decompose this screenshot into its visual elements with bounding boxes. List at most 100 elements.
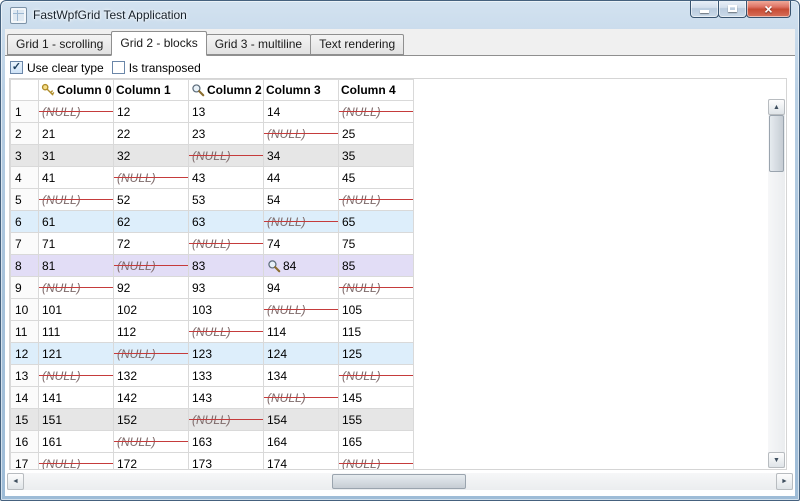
grid-cell[interactable]: 31	[38, 144, 114, 167]
grid-cell[interactable]: 75	[338, 232, 414, 255]
row-header[interactable]: 10	[10, 298, 39, 321]
grid-cell[interactable]: 115	[338, 320, 414, 343]
minimize-button[interactable]	[690, 1, 719, 18]
row-header[interactable]: 3	[10, 144, 39, 167]
grid-cell[interactable]: 32	[113, 144, 189, 167]
row-header[interactable]: 13	[10, 364, 39, 387]
row-header[interactable]: 5	[10, 188, 39, 211]
grid-cell[interactable]: 72	[113, 232, 189, 255]
close-button[interactable]: ×	[746, 1, 791, 18]
grid-cell[interactable]: 23	[188, 122, 264, 145]
scroll-left-button[interactable]: ◄	[7, 473, 24, 490]
grid-cell[interactable]: 101	[38, 298, 114, 321]
grid-cell[interactable]: (NULL)	[38, 364, 114, 387]
tab-grid-3-multiline[interactable]: Grid 3 - multiline	[205, 34, 312, 55]
grid-cell[interactable]: 25	[338, 122, 414, 145]
grid-cell[interactable]: 114	[263, 320, 339, 343]
grid-cell[interactable]: 12	[113, 100, 189, 123]
grid-cell[interactable]: 44	[263, 166, 339, 189]
grid-cell[interactable]: 43	[188, 166, 264, 189]
grid-cell[interactable]: 92	[113, 276, 189, 299]
row-header[interactable]: 14	[10, 386, 39, 409]
scroll-right-button[interactable]: ►	[776, 473, 793, 490]
grid-cell[interactable]: 52	[113, 188, 189, 211]
grid-cell[interactable]: (NULL)	[188, 408, 264, 431]
grid-cell[interactable]: 22	[113, 122, 189, 145]
grid-cell[interactable]: 61	[38, 210, 114, 233]
vertical-scrollbar[interactable]: ▲ ▼	[768, 99, 785, 468]
grid-cell[interactable]: 84	[263, 254, 339, 277]
grid-cell[interactable]: 141	[38, 386, 114, 409]
grid-cell[interactable]: 134	[263, 364, 339, 387]
grid-cell[interactable]: (NULL)	[188, 320, 264, 343]
grid-cell[interactable]: 62	[113, 210, 189, 233]
grid-cell[interactable]: 112	[113, 320, 189, 343]
grid-cell[interactable]: 174	[263, 452, 339, 469]
grid-cell[interactable]: (NULL)	[338, 100, 414, 123]
grid-cell[interactable]: (NULL)	[188, 144, 264, 167]
horizontal-scroll-thumb[interactable]	[332, 474, 466, 489]
grid-cell[interactable]: (NULL)	[38, 276, 114, 299]
grid-cell[interactable]: 71	[38, 232, 114, 255]
grid-cell[interactable]: 105	[338, 298, 414, 321]
grid-cell[interactable]: 173	[188, 452, 264, 469]
grid-cell[interactable]: 74	[263, 232, 339, 255]
grid-cell[interactable]: (NULL)	[263, 210, 339, 233]
grid-cell[interactable]: 85	[338, 254, 414, 277]
row-header[interactable]: 11	[10, 320, 39, 343]
grid-cell[interactable]: (NULL)	[338, 452, 414, 469]
row-header[interactable]: 12	[10, 342, 39, 365]
grid-cell[interactable]: (NULL)	[263, 298, 339, 321]
grid-cell[interactable]: 63	[188, 210, 264, 233]
grid-cell[interactable]: (NULL)	[188, 232, 264, 255]
column-header-4[interactable]: Column 4	[338, 79, 414, 101]
column-header-3[interactable]: Column 3	[263, 79, 339, 101]
checkbox-use-clear-type[interactable]: ✓ Use clear type	[10, 61, 104, 75]
grid-cell[interactable]: 21	[38, 122, 114, 145]
grid-cell[interactable]: 124	[263, 342, 339, 365]
row-header[interactable]: 7	[10, 232, 39, 255]
grid-cell[interactable]: 142	[113, 386, 189, 409]
grid-cell[interactable]: 14	[263, 100, 339, 123]
corner-header[interactable]	[10, 79, 39, 101]
tab-grid-1-scrolling[interactable]: Grid 1 - scrolling	[7, 34, 113, 55]
grid-cell[interactable]: 132	[113, 364, 189, 387]
grid-cell[interactable]: 164	[263, 430, 339, 453]
grid-cell[interactable]: 121	[38, 342, 114, 365]
grid-cell[interactable]: 133	[188, 364, 264, 387]
grid-cell[interactable]: 45	[338, 166, 414, 189]
grid-cell[interactable]: 83	[188, 254, 264, 277]
grid-cell[interactable]: 143	[188, 386, 264, 409]
grid-cell[interactable]: 13	[188, 100, 264, 123]
row-header[interactable]: 6	[10, 210, 39, 233]
grid-cell[interactable]: 94	[263, 276, 339, 299]
scroll-down-button[interactable]: ▼	[768, 452, 785, 468]
grid-cell[interactable]: (NULL)	[113, 254, 189, 277]
grid-cell[interactable]: 34	[263, 144, 339, 167]
horizontal-scrollbar[interactable]: ◄ ►	[7, 473, 793, 490]
grid-cell[interactable]: 53	[188, 188, 264, 211]
grid-cell[interactable]: 81	[38, 254, 114, 277]
grid-cell[interactable]: (NULL)	[113, 430, 189, 453]
grid-cell[interactable]: 161	[38, 430, 114, 453]
grid-cell[interactable]: 152	[113, 408, 189, 431]
grid-cell[interactable]: 103	[188, 298, 264, 321]
vertical-scroll-track[interactable]	[768, 115, 785, 452]
row-header[interactable]: 2	[10, 122, 39, 145]
grid-cell[interactable]: (NULL)	[338, 364, 414, 387]
grid-cell[interactable]: 102	[113, 298, 189, 321]
row-header[interactable]: 17	[10, 452, 39, 469]
grid-cell[interactable]: 54	[263, 188, 339, 211]
grid-cell[interactable]: (NULL)	[338, 188, 414, 211]
checkbox-unchecked-box[interactable]	[111, 61, 125, 74]
grid-cell[interactable]: (NULL)	[38, 100, 114, 123]
grid-cell[interactable]: 125	[338, 342, 414, 365]
title-bar[interactable]: FastWpfGrid Test Application ×	[1, 1, 799, 29]
vertical-scroll-thumb[interactable]	[769, 115, 784, 172]
grid-cell[interactable]: (NULL)	[263, 122, 339, 145]
row-header[interactable]: 9	[10, 276, 39, 299]
row-header[interactable]: 15	[10, 408, 39, 431]
scroll-up-button[interactable]: ▲	[768, 99, 785, 115]
row-header[interactable]: 8	[10, 254, 39, 277]
tab-grid-2-blocks[interactable]: Grid 2 - blocks	[111, 31, 207, 56]
